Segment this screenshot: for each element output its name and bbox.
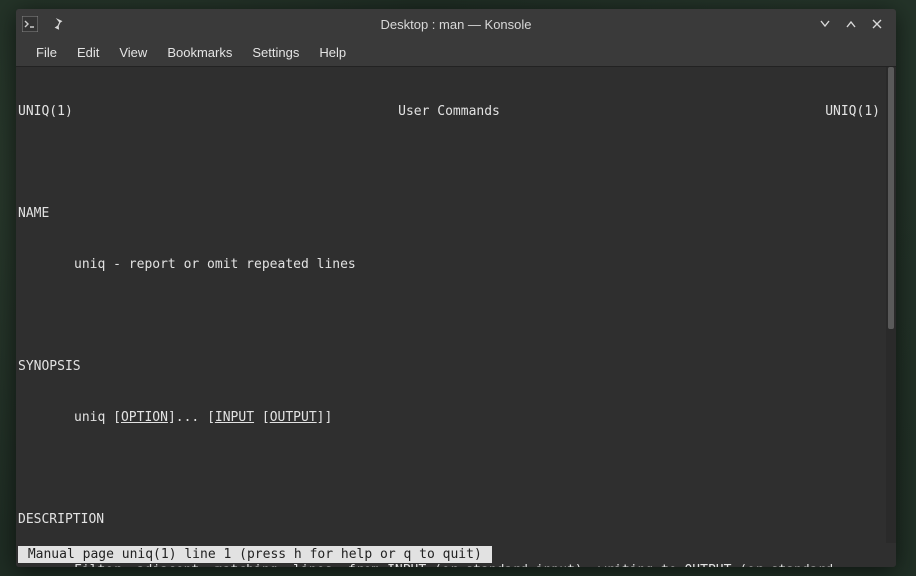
synopsis-option: OPTION [121, 410, 168, 425]
close-button[interactable] [864, 11, 890, 37]
menu-settings[interactable]: Settings [242, 41, 309, 64]
scrollbar-thumb[interactable] [888, 67, 894, 329]
menubar: File Edit View Bookmarks Settings Help [16, 39, 896, 67]
window-title: Desktop : man — Konsole [16, 17, 896, 32]
pin-icon[interactable] [44, 11, 70, 37]
titlebar[interactable]: Desktop : man — Konsole [16, 9, 896, 39]
terminal-viewport[interactable]: UNIQ(1) User Commands UNIQ(1) NAME uniq … [16, 67, 896, 567]
synopsis-line: uniq [OPTION]... [INPUT [OUTPUT]] [18, 409, 894, 426]
name-line: uniq - report or omit repeated lines [18, 256, 894, 273]
menu-view[interactable]: View [109, 41, 157, 64]
maximize-button[interactable] [838, 11, 864, 37]
menu-bookmarks[interactable]: Bookmarks [157, 41, 242, 64]
menu-help[interactable]: Help [309, 41, 356, 64]
terminal-scrollbar[interactable] [886, 67, 896, 543]
section-description: DESCRIPTION [18, 511, 894, 528]
section-synopsis: SYNOPSIS [18, 358, 894, 375]
man-status-line: Manual page uniq(1) line 1 (press h for … [18, 546, 492, 563]
synopsis-output: OUTPUT [270, 410, 317, 425]
konsole-window: Desktop : man — Konsole File Edit View B… [16, 9, 896, 567]
man-header-center: User Commands [398, 103, 500, 120]
man-header: UNIQ(1) User Commands UNIQ(1) [18, 103, 894, 120]
synopsis-input: INPUT [215, 410, 254, 425]
app-icon [22, 16, 38, 32]
menu-edit[interactable]: Edit [67, 41, 109, 64]
menu-file[interactable]: File [26, 41, 67, 64]
section-name: NAME [18, 205, 894, 222]
minimize-button[interactable] [812, 11, 838, 37]
man-header-left: UNIQ(1) [18, 103, 73, 120]
man-header-right: UNIQ(1) [825, 103, 880, 120]
